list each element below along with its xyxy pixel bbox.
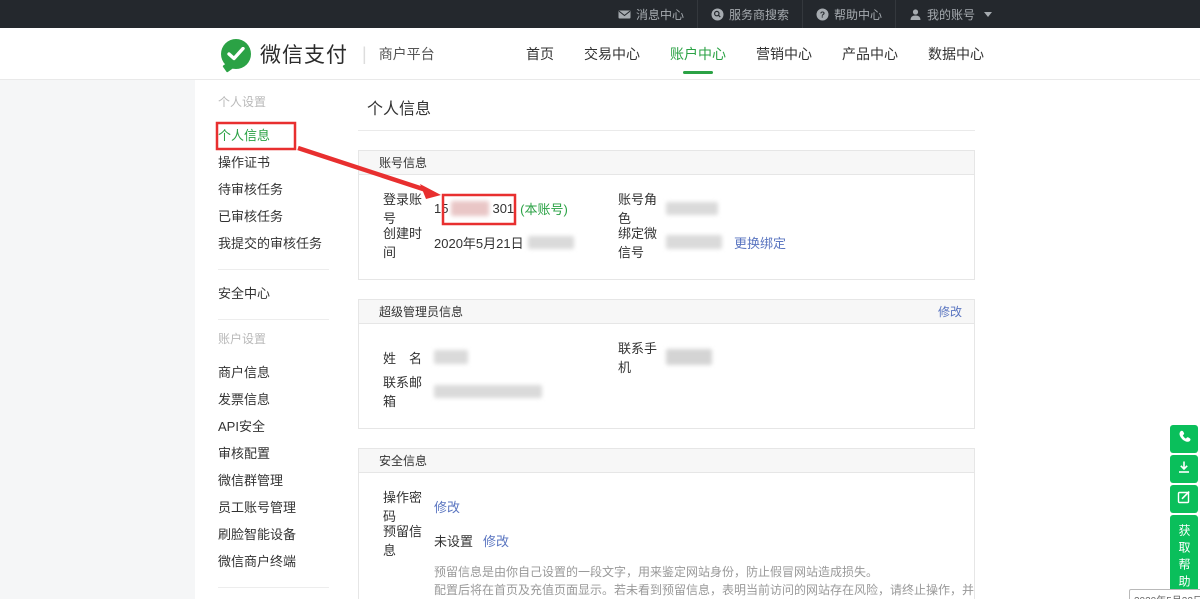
reserved-info-description: 预留信息是由你自己设置的一段文字，用来鉴定网站身份，防止假冒网站造成损失。 配置… bbox=[434, 563, 974, 599]
chevron-down-icon bbox=[984, 12, 992, 17]
reserved-info-label: 预留信息 bbox=[383, 521, 434, 559]
phone-icon bbox=[1176, 429, 1192, 450]
current-account-tag: (本账号) bbox=[520, 199, 568, 218]
topbar-item-my-account[interactable]: 我的账号 bbox=[895, 0, 1005, 28]
mail-icon bbox=[618, 8, 631, 21]
card-title: 账号信息 bbox=[379, 151, 427, 174]
svg-text:?: ? bbox=[820, 9, 825, 19]
contact-phone-button[interactable] bbox=[1170, 425, 1198, 453]
sidebar-section-account: 账户设置 商户信息 发票信息 API安全 审核配置 微信群管理 员工账号管理 刷… bbox=[195, 320, 345, 575]
redacted-wechat-id bbox=[666, 235, 722, 249]
header: 微信支付 | 商户平台 首页 交易中心 账户中心 营销中心 产品中心 数据中心 bbox=[0, 28, 1200, 80]
download-button[interactable] bbox=[1170, 455, 1198, 483]
reserved-info-status: 未设置 bbox=[434, 531, 473, 550]
sidebar-section-personal: 个人设置 个人信息 操作证书 待审核任务 已审核任务 我提交的审核任务 bbox=[195, 80, 345, 257]
sidebar-section-title: 个人设置 bbox=[218, 94, 345, 110]
login-account-value: 15 301 (本账号) bbox=[434, 199, 568, 218]
get-help-button[interactable]: 获取帮助 bbox=[1170, 515, 1198, 599]
created-time-value: 2020年5月21日 bbox=[434, 233, 574, 252]
topbar-item-label: 帮助中心 bbox=[834, 6, 882, 23]
nav-item-transaction-center[interactable]: 交易中心 bbox=[584, 28, 640, 80]
topbar-item-messages[interactable]: 消息中心 bbox=[605, 0, 697, 28]
get-help-label: 获取帮助 bbox=[1170, 524, 1198, 592]
card-title: 安全信息 bbox=[379, 449, 427, 472]
topbar-item-label: 消息中心 bbox=[636, 6, 684, 23]
redacted-contact-email bbox=[434, 385, 542, 398]
search-icon bbox=[711, 8, 724, 21]
redacted-account-digits bbox=[451, 201, 489, 216]
topbar-item-label: 服务商搜索 bbox=[729, 6, 789, 23]
sidebar-item-my-submitted-review[interactable]: 我提交的审核任务 bbox=[195, 230, 345, 257]
brand-divider: | bbox=[362, 44, 367, 65]
reserved-edit-link[interactable]: 修改 bbox=[483, 531, 509, 550]
sidebar-item-face-device[interactable]: 刷脸智能设备 bbox=[195, 521, 345, 548]
topbar-item-help-center[interactable]: ? 帮助中心 bbox=[802, 0, 895, 28]
contact-email-label: 联系邮箱 bbox=[383, 372, 434, 410]
floating-help-group: 获取帮助 bbox=[1170, 425, 1198, 599]
brand-name: 微信支付 bbox=[260, 39, 348, 69]
card-title: 超级管理员信息 bbox=[379, 300, 463, 323]
account-info-card: 账号信息 登录账号 15 301 (本账号) 账号角色 bbox=[358, 150, 975, 280]
sidebar-item-wechat-group[interactable]: 微信群管理 bbox=[195, 467, 345, 494]
main-nav: 首页 交易中心 账户中心 营销中心 产品中心 数据中心 bbox=[526, 28, 984, 80]
sidebar-item-pending-review[interactable]: 待审核任务 bbox=[195, 176, 345, 203]
sidebar-item-invoice-info[interactable]: 发票信息 bbox=[195, 386, 345, 413]
account-info-card-header: 账号信息 bbox=[359, 151, 974, 175]
login-account-label: 登录账号 bbox=[383, 189, 434, 227]
wechat-pay-logo-icon bbox=[221, 39, 251, 69]
page-body: 个人设置 个人信息 操作证书 待审核任务 已审核任务 我提交的审核任务 安全中心… bbox=[0, 80, 1200, 599]
nav-item-home[interactable]: 首页 bbox=[526, 28, 554, 80]
topbar-item-provider-search[interactable]: 服务商搜索 bbox=[697, 0, 802, 28]
password-edit-link[interactable]: 修改 bbox=[434, 497, 460, 516]
security-info-card: 安全信息 操作密码 修改 预留信息 未设置 修改 预留 bbox=[358, 448, 975, 599]
super-admin-card-header: 超级管理员信息 修改 bbox=[359, 300, 974, 324]
sidebar: 个人设置 个人信息 操作证书 待审核任务 已审核任务 我提交的审核任务 安全中心… bbox=[195, 80, 345, 599]
sidebar-item-review-config[interactable]: 审核配置 bbox=[195, 440, 345, 467]
redacted-admin-name bbox=[434, 350, 468, 364]
download-icon bbox=[1176, 459, 1192, 480]
super-admin-card: 超级管理员信息 修改 姓 名 联系手机 联系邮箱 bbox=[358, 299, 975, 429]
redacted-contact-phone bbox=[666, 349, 712, 365]
sidebar-item-reviewed[interactable]: 已审核任务 bbox=[195, 203, 345, 230]
help-icon: ? bbox=[816, 8, 829, 21]
main-content: 个人信息 账号信息 登录账号 15 301 (本账号) bbox=[358, 80, 975, 599]
sidebar-item-staff-account[interactable]: 员工账号管理 bbox=[195, 494, 345, 521]
redacted-created-time bbox=[528, 236, 574, 249]
nav-item-marketing-center[interactable]: 营销中心 bbox=[756, 28, 812, 80]
sidebar-item-personal-info[interactable]: 个人信息 bbox=[195, 122, 345, 149]
sidebar-item-merchant-terminal[interactable]: 微信商户终端 bbox=[195, 548, 345, 575]
admin-edit-link[interactable]: 修改 bbox=[938, 300, 962, 323]
nav-item-account-center[interactable]: 账户中心 bbox=[670, 28, 726, 80]
change-binding-link[interactable]: 更换绑定 bbox=[734, 233, 786, 252]
security-info-card-header: 安全信息 bbox=[359, 449, 974, 473]
feedback-button[interactable] bbox=[1170, 485, 1198, 513]
sidebar-item-security-center[interactable]: 安全中心 bbox=[195, 280, 345, 307]
title-divider bbox=[358, 130, 975, 131]
nav-item-product-center[interactable]: 产品中心 bbox=[842, 28, 898, 80]
edit-icon bbox=[1176, 489, 1192, 510]
sidebar-section-title: 账户设置 bbox=[218, 331, 345, 347]
nav-item-data-center[interactable]: 数据中心 bbox=[928, 28, 984, 80]
sidebar-divider bbox=[218, 587, 329, 588]
contact-phone-label: 联系手机 bbox=[618, 338, 666, 376]
created-time-label: 创建时间 bbox=[383, 223, 434, 261]
sidebar-item-operation-cert[interactable]: 操作证书 bbox=[195, 149, 345, 176]
topbar-item-label: 我的账号 bbox=[927, 6, 975, 23]
redacted-account-role bbox=[666, 202, 718, 215]
brand-logo[interactable]: 微信支付 | 商户平台 bbox=[221, 39, 435, 69]
topbar: 消息中心 服务商搜索 ? 帮助中心 我的账号 bbox=[0, 0, 1200, 28]
user-icon bbox=[909, 8, 922, 21]
date-tooltip: 2020年5月22日 bbox=[1129, 589, 1200, 599]
page-title: 个人信息 bbox=[367, 100, 975, 119]
bound-wechat-label: 绑定微信号 bbox=[618, 223, 666, 261]
admin-name-label: 姓 名 bbox=[383, 348, 434, 367]
operation-password-label: 操作密码 bbox=[383, 487, 434, 525]
sidebar-item-merchant-info[interactable]: 商户信息 bbox=[195, 359, 345, 386]
left-gutter bbox=[0, 80, 195, 599]
brand-subtitle: 商户平台 bbox=[379, 44, 435, 64]
sidebar-section-security: 安全中心 bbox=[195, 270, 345, 307]
account-role-label: 账号角色 bbox=[618, 189, 666, 227]
sidebar-item-api-security[interactable]: API安全 bbox=[195, 413, 345, 440]
